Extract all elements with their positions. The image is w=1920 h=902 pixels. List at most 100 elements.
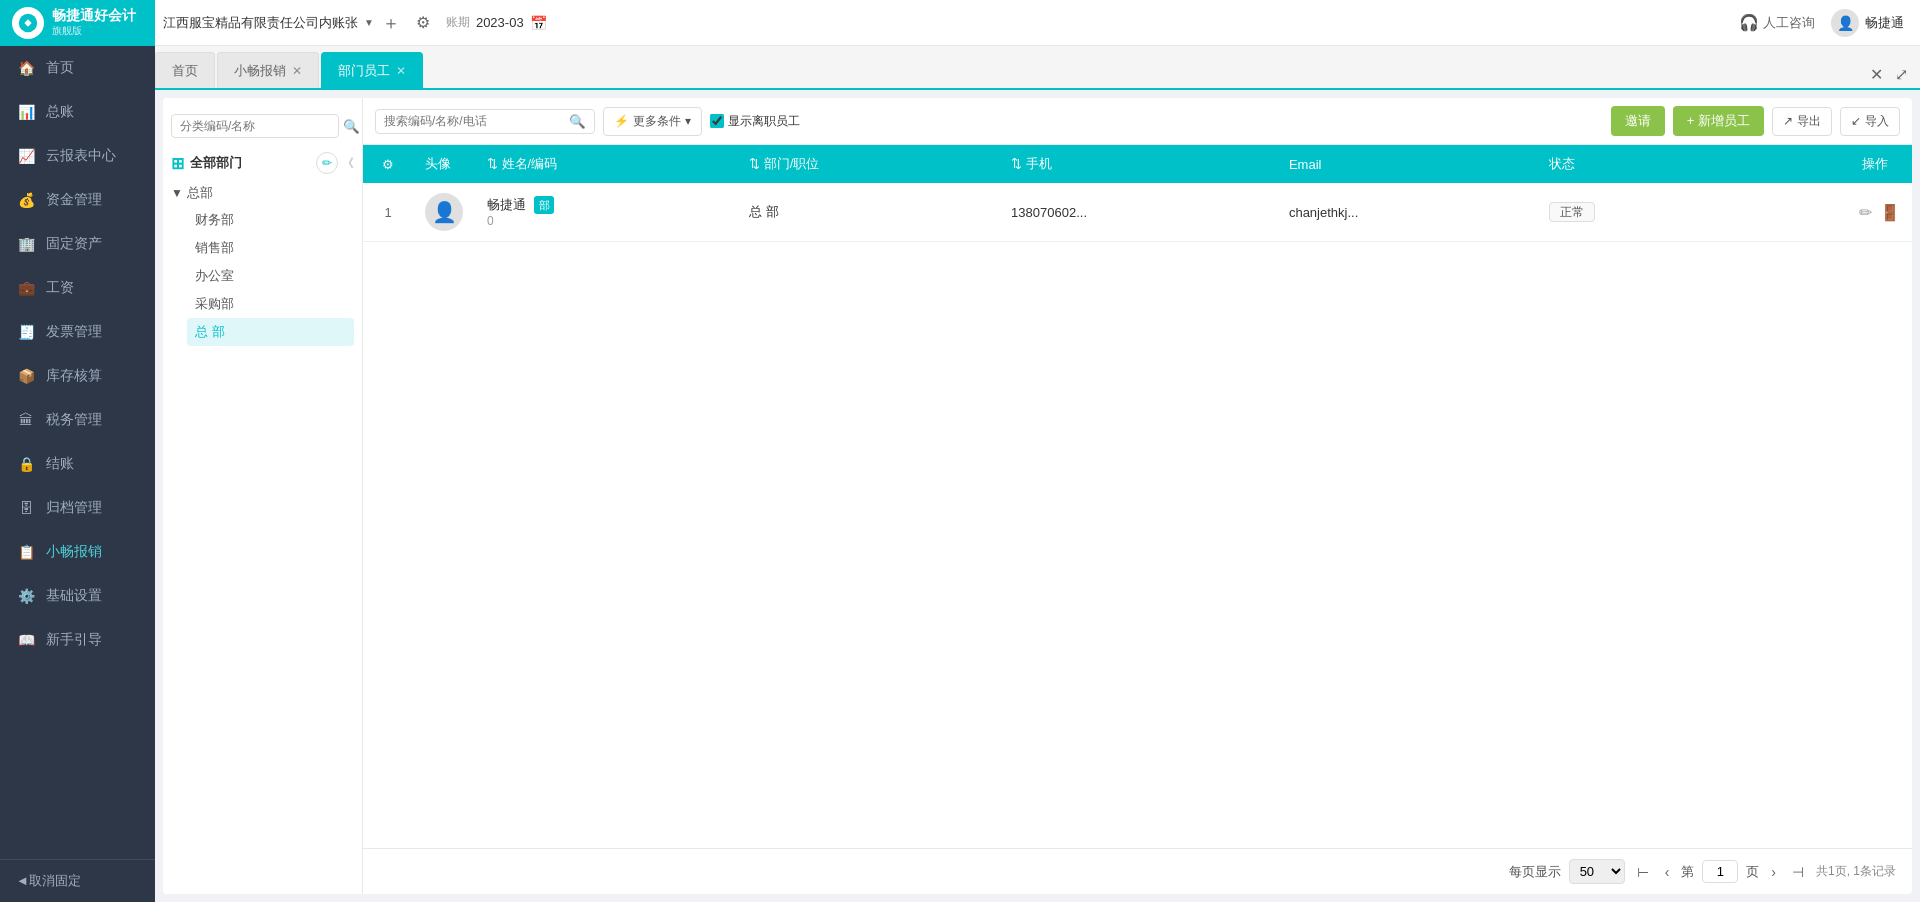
row-avatar-cell: 👤 bbox=[413, 183, 475, 242]
col-settings: ⚙ bbox=[363, 145, 413, 183]
company-selector[interactable]: 江西服宝精品有限责任公司内账张 ▼ bbox=[163, 14, 374, 32]
sidebar-item-assets[interactable]: 🏢 固定资产 bbox=[0, 222, 155, 266]
sidebar-item-archive[interactable]: 🗄 归档管理 bbox=[0, 486, 155, 530]
edit-employee-button[interactable]: ✏ bbox=[1859, 203, 1872, 222]
show-resigned-checkbox-label[interactable]: 显示离职员工 bbox=[710, 113, 800, 130]
cancel-fixed-button[interactable]: ◄取消固定 bbox=[0, 859, 155, 902]
dept-item-purchase[interactable]: 采购部 bbox=[187, 290, 354, 318]
col-status: 状态 bbox=[1537, 145, 1732, 183]
logo-text: 畅捷通好会计 bbox=[52, 7, 136, 24]
emp-name: 畅捷通 bbox=[487, 196, 526, 214]
col-name[interactable]: ⇅ 姓名/编码 bbox=[475, 145, 737, 183]
show-resigned-checkbox[interactable] bbox=[710, 114, 724, 128]
sidebar-item-tax[interactable]: 🏛 税务管理 bbox=[0, 398, 155, 442]
content-area: 首页 小畅报销 ✕ 部门员工 ✕ ✕ ⤢ 🔍 bbox=[155, 46, 1920, 902]
chart-icon: 📈 bbox=[16, 146, 36, 166]
dept-item-office[interactable]: 办公室 bbox=[187, 262, 354, 290]
cancel-fixed-label: ◄取消固定 bbox=[16, 872, 81, 890]
sidebar-item-salary[interactable]: 💼 工资 bbox=[0, 266, 155, 310]
logo-icon bbox=[12, 7, 44, 39]
sidebar-item-home[interactable]: 🏠 首页 bbox=[0, 46, 155, 90]
tab-employee-close-icon[interactable]: ✕ bbox=[396, 64, 406, 78]
dept-header[interactable]: ⊞ 全部部门 ✏ 《 bbox=[163, 146, 362, 180]
per-page-select[interactable]: 50 100 200 bbox=[1569, 859, 1625, 884]
user-name: 畅捷通 bbox=[1865, 14, 1904, 32]
support-label: 人工咨询 bbox=[1763, 14, 1815, 32]
dept-edit-button[interactable]: ✏ bbox=[316, 152, 338, 174]
per-page-label: 每页显示 bbox=[1509, 863, 1561, 881]
emp-search-input[interactable] bbox=[384, 114, 565, 128]
dept-item-general[interactable]: 总 部 bbox=[187, 318, 354, 346]
tab-expense-close-icon[interactable]: ✕ bbox=[292, 64, 302, 78]
tab-expense[interactable]: 小畅报销 ✕ bbox=[217, 52, 319, 88]
sidebar-item-guide[interactable]: 📖 新手引导 bbox=[0, 618, 155, 662]
sidebar-item-inventory[interactable]: 📦 库存核算 bbox=[0, 354, 155, 398]
emp-phone: 138070602... bbox=[1011, 205, 1087, 220]
sidebar-label-salary: 工资 bbox=[46, 279, 74, 297]
period-area: 账期 2023-03 📅 bbox=[446, 14, 547, 31]
sidebar-item-reports[interactable]: 📈 云报表中心 bbox=[0, 134, 155, 178]
filter-button[interactable]: ⚡ 更多条件 ▾ bbox=[603, 107, 702, 136]
logo-text-group: 畅捷通好会计 旗舰版 bbox=[52, 7, 136, 38]
dept-item-sales[interactable]: 销售部 bbox=[187, 234, 354, 262]
filter-chevron-icon: ▾ bbox=[685, 114, 691, 128]
tab-employee[interactable]: 部门员工 ✕ bbox=[321, 52, 423, 88]
support-button[interactable]: 🎧 人工咨询 bbox=[1739, 13, 1815, 32]
add-employee-button[interactable]: + 新增员工 bbox=[1673, 106, 1764, 136]
filter-icon: ⚡ bbox=[614, 114, 629, 128]
import-button[interactable]: ↙ 导入 bbox=[1840, 107, 1900, 136]
avatar: 👤 bbox=[1831, 9, 1859, 37]
tab-close-button[interactable]: ✕ bbox=[1866, 61, 1887, 88]
sidebar-label-home: 首页 bbox=[46, 59, 74, 77]
col-avatar: 头像 bbox=[413, 145, 475, 183]
dept-collapse-button[interactable]: 《 bbox=[342, 155, 354, 172]
page-next-button[interactable]: › bbox=[1767, 862, 1780, 882]
logout-employee-button[interactable]: 🚪 bbox=[1880, 203, 1900, 222]
sidebar-item-funds[interactable]: 💰 资金管理 bbox=[0, 178, 155, 222]
sidebar-label-settings: 基础设置 bbox=[46, 587, 102, 605]
sort-phone-icon: ⇅ bbox=[1011, 156, 1022, 171]
dept-total-label: 总部 bbox=[187, 185, 213, 200]
page-first-button[interactable]: ⊢ bbox=[1633, 862, 1653, 882]
dept-search-bar: 🔍 bbox=[163, 106, 362, 146]
user-area[interactable]: 👤 畅捷通 bbox=[1831, 9, 1904, 37]
emp-dept: 总 部 bbox=[749, 204, 779, 219]
invite-label: 邀请 bbox=[1625, 113, 1651, 128]
home-icon: 🏠 bbox=[16, 58, 36, 78]
import-label: 导入 bbox=[1865, 113, 1889, 130]
col-dept[interactable]: ⇅ 部门/职位 bbox=[737, 145, 999, 183]
show-resigned-label: 显示离职员工 bbox=[728, 113, 800, 130]
emp-search-button[interactable]: 🔍 bbox=[569, 114, 586, 129]
settings-gear-button[interactable]: ⚙ bbox=[408, 9, 438, 36]
page-label: 第 bbox=[1681, 863, 1694, 881]
page-suffix: 页 bbox=[1746, 863, 1759, 881]
sidebar-label-archive: 归档管理 bbox=[46, 499, 102, 517]
dept-grid-icon: ⊞ bbox=[171, 154, 184, 173]
dept-header-left: ⊞ 全部部门 bbox=[171, 154, 242, 173]
logo-sub: 旗舰版 bbox=[52, 24, 136, 38]
tab-home-label: 首页 bbox=[172, 62, 198, 80]
page-prev-button[interactable]: ‹ bbox=[1661, 862, 1674, 882]
dept-search-input[interactable] bbox=[171, 114, 339, 138]
fund-icon: 💰 bbox=[16, 190, 36, 210]
export-button[interactable]: ↗ 导出 bbox=[1772, 107, 1832, 136]
tab-home[interactable]: 首页 bbox=[155, 52, 215, 88]
emp-dept-badge: 部 bbox=[534, 196, 554, 214]
sidebar-item-expense[interactable]: 📋 小畅报销 bbox=[0, 530, 155, 574]
add-company-button[interactable]: ＋ bbox=[374, 7, 408, 39]
sidebar-item-settings[interactable]: ⚙️ 基础设置 bbox=[0, 574, 155, 618]
page-input[interactable] bbox=[1702, 860, 1738, 883]
salary-icon: 💼 bbox=[16, 278, 36, 298]
dept-search-button[interactable]: 🔍 bbox=[343, 119, 360, 134]
employee-toolbar: 🔍 ⚡ 更多条件 ▾ 显示离职员工 邀请 bbox=[363, 98, 1912, 145]
page-last-button[interactable]: ⊣ bbox=[1788, 862, 1808, 882]
sidebar-item-closing[interactable]: 🔒 结账 bbox=[0, 442, 155, 486]
main-area: 🏠 首页 📊 总账 📈 云报表中心 💰 资金管理 🏢 固定资产 💼 工资 🧾 发… bbox=[0, 46, 1920, 902]
sidebar-item-invoice[interactable]: 🧾 发票管理 bbox=[0, 310, 155, 354]
tab-expand-button[interactable]: ⤢ bbox=[1891, 61, 1912, 88]
sidebar-item-ledger[interactable]: 📊 总账 bbox=[0, 90, 155, 134]
invite-button[interactable]: 邀请 bbox=[1611, 106, 1665, 136]
col-phone[interactable]: ⇅ 手机 bbox=[999, 145, 1277, 183]
sidebar-label-invoice: 发票管理 bbox=[46, 323, 102, 341]
dept-item-finance[interactable]: 财务部 bbox=[187, 206, 354, 234]
